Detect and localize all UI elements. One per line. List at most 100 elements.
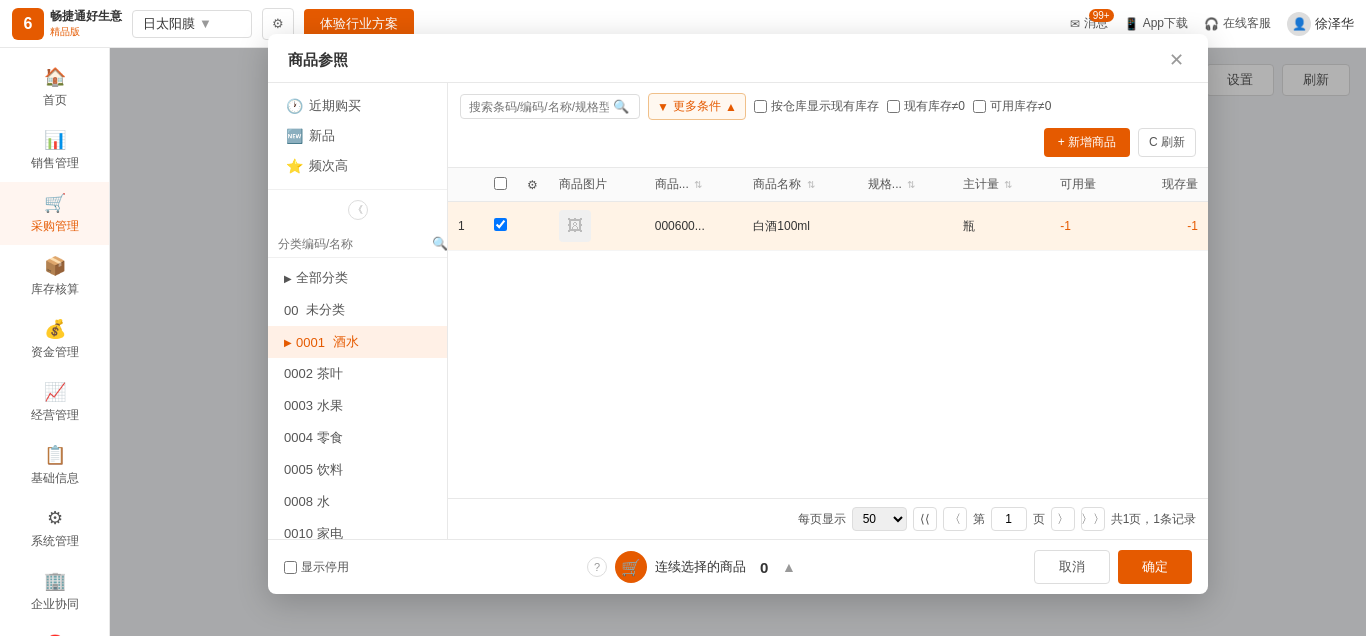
row-checkbox[interactable]: [494, 218, 507, 231]
page-size-label: 每页显示: [798, 511, 846, 528]
sidebar-item-purchase[interactable]: 🛒 采购管理: [0, 182, 109, 245]
usable-checkbox[interactable]: [973, 100, 986, 113]
confirm-button[interactable]: 确定: [1118, 550, 1192, 584]
cat-fruit[interactable]: 0003 水果: [268, 390, 447, 422]
sidebar-item-sales[interactable]: 📊 销售管理: [0, 119, 109, 182]
cat-drink-label: 0005 饮料: [284, 461, 343, 479]
select-all-checkbox[interactable]: [494, 177, 507, 190]
product-search-input[interactable]: [469, 100, 609, 114]
sidebar-item-basic[interactable]: 📋 基础信息: [0, 434, 109, 497]
col-unit-header[interactable]: 主计量 ⇅: [953, 168, 1051, 202]
modal-close-button[interactable]: ✕: [1164, 48, 1188, 72]
table-row[interactable]: 1 🖼: [448, 202, 1208, 251]
col-stock-label: 现存量: [1162, 177, 1198, 191]
app-download-item[interactable]: 📱 App下载: [1124, 15, 1188, 32]
warehouse-filter[interactable]: 按仓库显示现有库存: [754, 98, 879, 115]
refresh-product-button[interactable]: C 刷新: [1138, 128, 1196, 157]
sidebar-item-inventory[interactable]: 📦 库存核算: [0, 245, 109, 308]
help-icon-button[interactable]: ?: [587, 557, 607, 577]
cat-snack[interactable]: 0004 零食: [268, 422, 447, 454]
search-icon[interactable]: 🔍: [613, 99, 629, 114]
logo-main-text: 畅捷通好生意: [50, 8, 122, 25]
cell-code: 000600...: [645, 202, 744, 251]
frequent-label: 频次高: [309, 157, 348, 175]
image-placeholder-icon: 🖼: [567, 217, 583, 235]
cell-spec: [858, 202, 953, 251]
message-item[interactable]: ✉ 消息 99+: [1070, 15, 1108, 32]
page-input[interactable]: [991, 507, 1027, 531]
cat-all-label: 全部分类: [296, 269, 348, 287]
col-spec-header[interactable]: 规格... ⇅: [858, 168, 953, 202]
category-search-input[interactable]: [278, 237, 428, 251]
quick-filter-new[interactable]: 🆕 新品: [278, 121, 437, 151]
product-code: 000600...: [655, 219, 705, 233]
message-icon: ✉: [1070, 17, 1080, 31]
sidebar-operation-label: 经营管理: [31, 407, 79, 424]
sidebar-item-guide[interactable]: 🎯 新手引导: [0, 623, 109, 636]
category-search-icon[interactable]: 🔍: [432, 236, 448, 251]
usable-filter[interactable]: 可用库存≠0: [973, 98, 1051, 115]
sidebar-item-operation[interactable]: 📈 经营管理: [0, 371, 109, 434]
user-area[interactable]: 👤 徐泽华: [1287, 12, 1354, 36]
quick-filter-frequent[interactable]: ⭐ 频次高: [278, 151, 437, 181]
cell-image: 🖼: [549, 202, 645, 251]
left-sidebar: 🏠 首页 📊 销售管理 🛒 采购管理 📦 库存核算 💰 资金管理 📈 经营管理 …: [0, 48, 110, 636]
collapse-panel-button[interactable]: 《: [348, 200, 368, 220]
col-available-header[interactable]: 可用量: [1050, 168, 1129, 202]
product-stock: -1: [1187, 219, 1198, 233]
cat-appliance[interactable]: 0010 家电: [268, 518, 447, 539]
recent-buy-label: 近期购买: [309, 97, 361, 115]
store-selector[interactable]: 日太阳膜 ▼: [132, 10, 252, 38]
sales-icon: 📊: [44, 129, 66, 151]
display-disabled-checkbox[interactable]: [284, 561, 297, 574]
inventory-icon: 📦: [44, 255, 66, 277]
sidebar-item-system[interactable]: ⚙ 系统管理: [0, 497, 109, 560]
header-right: ✉ 消息 99+ 📱 App下载 🎧 在线客服 👤 徐泽华: [1070, 12, 1354, 36]
display-disabled-label[interactable]: 显示停用: [284, 559, 349, 576]
cat-uncategorized-code: 00: [284, 303, 298, 318]
cat-uncategorized[interactable]: 00 未分类: [268, 294, 447, 326]
warehouse-checkbox[interactable]: [754, 100, 767, 113]
col-stock-header[interactable]: 现存量: [1129, 168, 1208, 202]
col-code-header[interactable]: 商品... ⇅: [645, 168, 744, 202]
prev-page-button[interactable]: 〈: [943, 507, 967, 531]
collapse-footer-button[interactable]: ▲: [782, 559, 796, 575]
col-no-header: [448, 168, 484, 202]
cat-liquor[interactable]: ▶ 0001 酒水: [268, 326, 447, 358]
first-page-button[interactable]: ⟨⟨: [913, 507, 937, 531]
filter-more-button[interactable]: ▼ 更多条件 ▲: [648, 93, 746, 120]
cart-icon[interactable]: 🛒: [615, 551, 647, 583]
add-product-button[interactable]: + 新增商品: [1044, 128, 1130, 157]
online-service-item[interactable]: 🎧 在线客服: [1204, 15, 1271, 32]
sidebar-item-enterprise[interactable]: 🏢 企业协同: [0, 560, 109, 623]
sidebar-sales-label: 销售管理: [31, 155, 79, 172]
available-filter[interactable]: 现有库存≠0: [887, 98, 965, 115]
cat-snack-label: 0004 零食: [284, 429, 343, 447]
quick-filter-recent[interactable]: 🕐 近期购买: [278, 91, 437, 121]
col-name-header[interactable]: 商品名称 ⇅: [743, 168, 858, 202]
col-name-label: 商品名称: [753, 177, 801, 191]
available-checkbox[interactable]: [887, 100, 900, 113]
product-panel: 🔍 ▼ 更多条件 ▲ 按仓库显示现有库存: [448, 83, 1208, 539]
quick-filters: 🕐 近期购买 🆕 新品 ⭐ 频次高: [268, 83, 447, 190]
col-spec-label: 规格...: [868, 177, 902, 191]
cat-fruit-label: 0003 水果: [284, 397, 343, 415]
cat-drink[interactable]: 0005 饮料: [268, 454, 447, 486]
last-page-button[interactable]: 〉〉: [1081, 507, 1105, 531]
cell-name: 白酒100ml: [743, 202, 858, 251]
sidebar-inventory-label: 库存核算: [31, 281, 79, 298]
page-size-select[interactable]: 10 20 50 100: [852, 507, 907, 531]
modal-header: 商品参照 ✕: [268, 34, 1208, 83]
cat-tea[interactable]: 0002 茶叶: [268, 358, 447, 390]
sidebar-item-home[interactable]: 🏠 首页: [0, 56, 109, 119]
cancel-button[interactable]: 取消: [1034, 550, 1110, 584]
sort-unit-icon: ⇅: [1004, 179, 1012, 190]
chevron-down-icon: ▼: [199, 16, 212, 31]
next-page-button[interactable]: 〉: [1051, 507, 1075, 531]
cat-water[interactable]: 0008 水: [268, 486, 447, 518]
sidebar-system-label: 系统管理: [31, 533, 79, 550]
gear-col-icon[interactable]: ⚙: [527, 178, 538, 192]
toolbar-right: + 新增商品 C 刷新: [1044, 128, 1196, 157]
cat-all[interactable]: ▶ 全部分类: [268, 262, 447, 294]
sidebar-item-finance[interactable]: 💰 资金管理: [0, 308, 109, 371]
